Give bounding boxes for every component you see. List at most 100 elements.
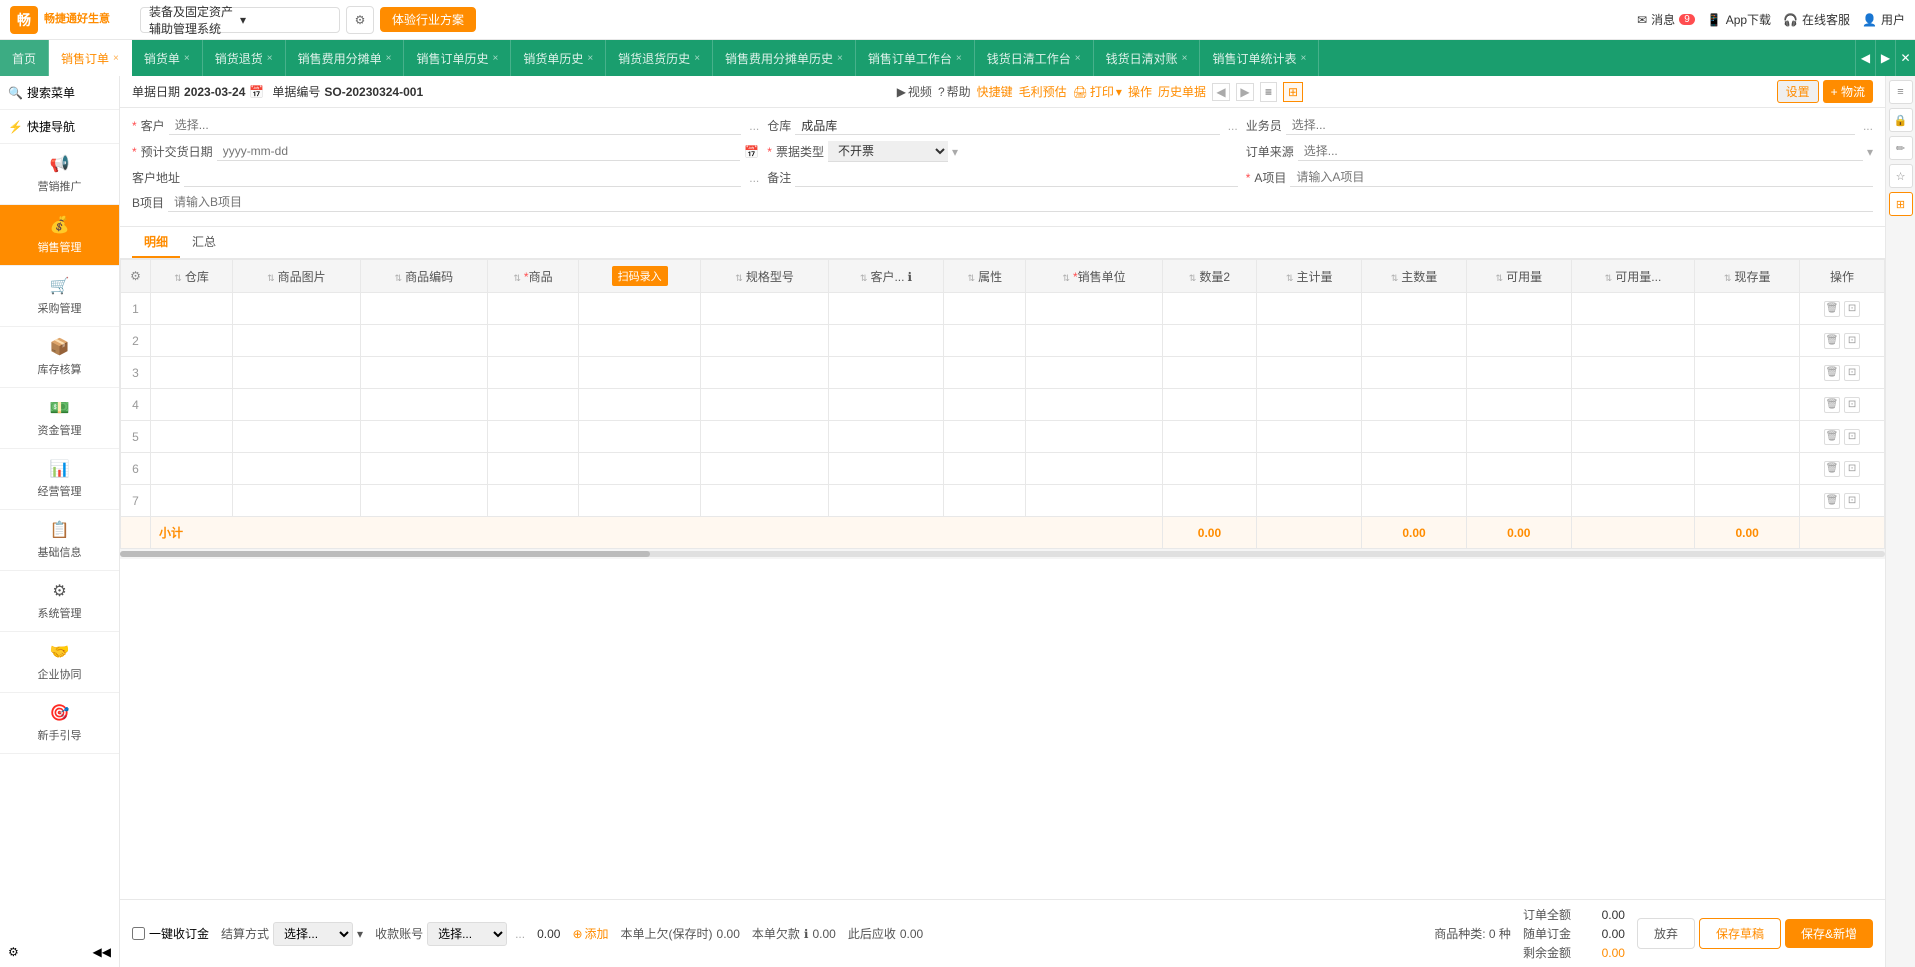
sidebar-settings-icon[interactable]: ⚙ — [8, 945, 19, 959]
copy-row-2[interactable]: ⊡ — [1844, 333, 1860, 349]
nav-next-arrow[interactable]: ▶ — [1875, 40, 1895, 76]
sidebar-item-collab[interactable]: 🤝 企业协同 — [0, 632, 119, 693]
address-input[interactable] — [184, 168, 741, 187]
close-tab-return-history[interactable]: × — [694, 53, 700, 64]
sidebar-item-system[interactable]: ⚙ 系统管理 — [0, 571, 119, 632]
a-project-input[interactable] — [1290, 168, 1873, 187]
payment-select[interactable]: 选择... — [273, 922, 353, 946]
right-icon-edit[interactable]: ✏ — [1889, 136, 1913, 160]
tab-expense-history[interactable]: 销售费用分摊单历史× — [713, 40, 856, 76]
close-tab-sales-order-history[interactable]: × — [492, 53, 498, 64]
sidebar-item-management[interactable]: 📊 经营管理 — [0, 449, 119, 510]
cell-mainqty-1[interactable] — [1362, 293, 1467, 325]
gear-button[interactable]: ⚙ — [346, 6, 374, 34]
horizontal-scrollbar[interactable] — [120, 549, 1885, 559]
scrollbar-thumb[interactable] — [120, 551, 650, 557]
close-tab-stats[interactable]: × — [1300, 53, 1306, 64]
one-click-label[interactable]: 一键收订金 — [132, 925, 209, 942]
help-btn[interactable]: ? 帮助 — [938, 83, 971, 100]
copy-row-6[interactable]: ⊡ — [1844, 461, 1860, 477]
close-tab-workbench[interactable]: × — [956, 53, 962, 64]
right-icon-detail[interactable]: ≡ — [1889, 80, 1913, 104]
operation-btn[interactable]: 操作 — [1128, 83, 1152, 100]
copy-row-4[interactable]: ⊡ — [1844, 397, 1860, 413]
cell-product-1[interactable] — [487, 293, 578, 325]
right-icon-star[interactable]: ☆ — [1889, 164, 1913, 188]
tab-return-history[interactable]: 销货退货历史× — [606, 40, 713, 76]
system-selector[interactable]: 装备及固定资产辅助管理系统 ▾ — [140, 7, 340, 33]
toolbar-next[interactable]: ▶ — [1236, 83, 1254, 101]
note-input[interactable] — [795, 168, 1237, 187]
online-service-button[interactable]: 🎧 在线客服 — [1783, 11, 1850, 28]
nav-more-arrow[interactable]: ✕ — [1895, 40, 1915, 76]
nav-prev-arrow[interactable]: ◀ — [1855, 40, 1875, 76]
tab-stats[interactable]: 销售订单统计表× — [1200, 40, 1319, 76]
close-tab-sales-order[interactable]: × — [113, 53, 119, 64]
cell-warehouse-1[interactable] — [151, 293, 233, 325]
scan-button[interactable]: 扫码录入 — [612, 266, 668, 286]
cell-spec-1[interactable] — [701, 293, 828, 325]
close-tab-daily-account[interactable]: × — [1182, 53, 1188, 64]
message-button[interactable]: ✉ 消息 9 — [1637, 11, 1695, 28]
sidebar-item-finance[interactable]: 💵 资金管理 — [0, 388, 119, 449]
calendar-icon[interactable]: 📅 — [249, 85, 264, 99]
print-btn[interactable]: 🖨 打印 ▾ — [1073, 83, 1122, 100]
view-mode-btn[interactable]: ≡ — [1260, 82, 1277, 102]
add-button[interactable]: ⊕ 添加 — [572, 925, 608, 942]
tab-sales-bill-history[interactable]: 销货单历史× — [511, 40, 606, 76]
sidebar-search[interactable]: 🔍 搜索菜单 — [0, 76, 119, 110]
order-source-input[interactable] — [1298, 142, 1863, 161]
cell-qty2-1[interactable] — [1162, 293, 1257, 325]
delete-row-4[interactable]: 🗑 — [1824, 397, 1840, 413]
history-btn[interactable]: 历史单据 — [1158, 83, 1206, 100]
close-tab-daily-clear[interactable]: × — [1075, 53, 1081, 64]
tab-sales-order-history[interactable]: 销售订单历史× — [404, 40, 511, 76]
warehouse-ellipsis[interactable]: ... — [1228, 119, 1238, 133]
sidebar-item-inventory[interactable]: 📦 库存核算 — [0, 327, 119, 388]
b-project-input[interactable] — [168, 193, 1873, 212]
view-btn[interactable]: ▶ 视频 — [897, 83, 932, 100]
receipt-select[interactable]: 选择... — [427, 922, 507, 946]
grid-view-btn[interactable]: ⊞ — [1283, 82, 1303, 102]
col-settings[interactable]: ⚙ — [121, 260, 151, 293]
industry-button[interactable]: 体验行业方案 — [380, 7, 476, 32]
copy-row-7[interactable]: ⊡ — [1844, 493, 1860, 509]
delete-row-5[interactable]: 🗑 — [1824, 429, 1840, 445]
toolbar-prev[interactable]: ◀ — [1212, 83, 1230, 101]
receipt-ellipsis[interactable]: ... — [515, 927, 525, 941]
tab-daily-account[interactable]: 钱货日清对账× — [1094, 40, 1201, 76]
delete-row-3[interactable]: 🗑 — [1824, 365, 1840, 381]
copy-row-5[interactable]: ⊡ — [1844, 429, 1860, 445]
close-tab-expense-history[interactable]: × — [837, 53, 843, 64]
sidebar-item-sales[interactable]: 💰 销售管理 — [0, 205, 119, 266]
cell-cattr-1[interactable] — [828, 293, 943, 325]
tab-summary[interactable]: 汇总 — [180, 227, 228, 258]
tab-workbench[interactable]: 销售订单工作台× — [856, 40, 975, 76]
tab-sales-return[interactable]: 销货退货× — [203, 40, 286, 76]
sidebar-quick[interactable]: ⚡ 快捷导航 — [0, 110, 119, 144]
salesperson-input[interactable] — [1286, 116, 1855, 135]
delete-row-7[interactable]: 🗑 — [1824, 493, 1840, 509]
tab-sales-order[interactable]: 销售订单× — [49, 40, 132, 76]
cell-code-1[interactable] — [360, 293, 487, 325]
warehouse-input[interactable] — [795, 116, 1219, 135]
user-button[interactable]: 👤 用户 — [1862, 11, 1905, 28]
address-ellipsis[interactable]: ... — [749, 171, 759, 185]
close-tab-sales-expense[interactable]: × — [386, 53, 392, 64]
sidebar-item-purchase[interactable]: 🛒 采购管理 — [0, 266, 119, 327]
delete-row-1[interactable]: 🗑 — [1824, 301, 1840, 317]
delete-row-2[interactable]: 🗑 — [1824, 333, 1840, 349]
sidebar-item-guide[interactable]: 🎯 新手引导 — [0, 693, 119, 754]
shortcut-btn[interactable]: 快捷键 — [977, 83, 1013, 100]
close-tab-sales-return[interactable]: × — [267, 53, 273, 64]
tab-sales-bill[interactable]: 销货单× — [132, 40, 203, 76]
close-tab-sales-bill-history[interactable]: × — [587, 53, 593, 64]
sidebar-item-marketing[interactable]: 📢 营销推广 — [0, 144, 119, 205]
right-icon-qr[interactable]: ⊞ — [1889, 192, 1913, 216]
app-download-button[interactable]: 📱 App下载 — [1707, 11, 1771, 28]
customer-input[interactable] — [169, 116, 742, 135]
copy-row-3[interactable]: ⊡ — [1844, 365, 1860, 381]
salesperson-ellipsis[interactable]: ... — [1863, 119, 1873, 133]
customer-ellipsis[interactable]: ... — [749, 119, 759, 133]
add-material-button[interactable]: + 物流 — [1823, 80, 1873, 103]
